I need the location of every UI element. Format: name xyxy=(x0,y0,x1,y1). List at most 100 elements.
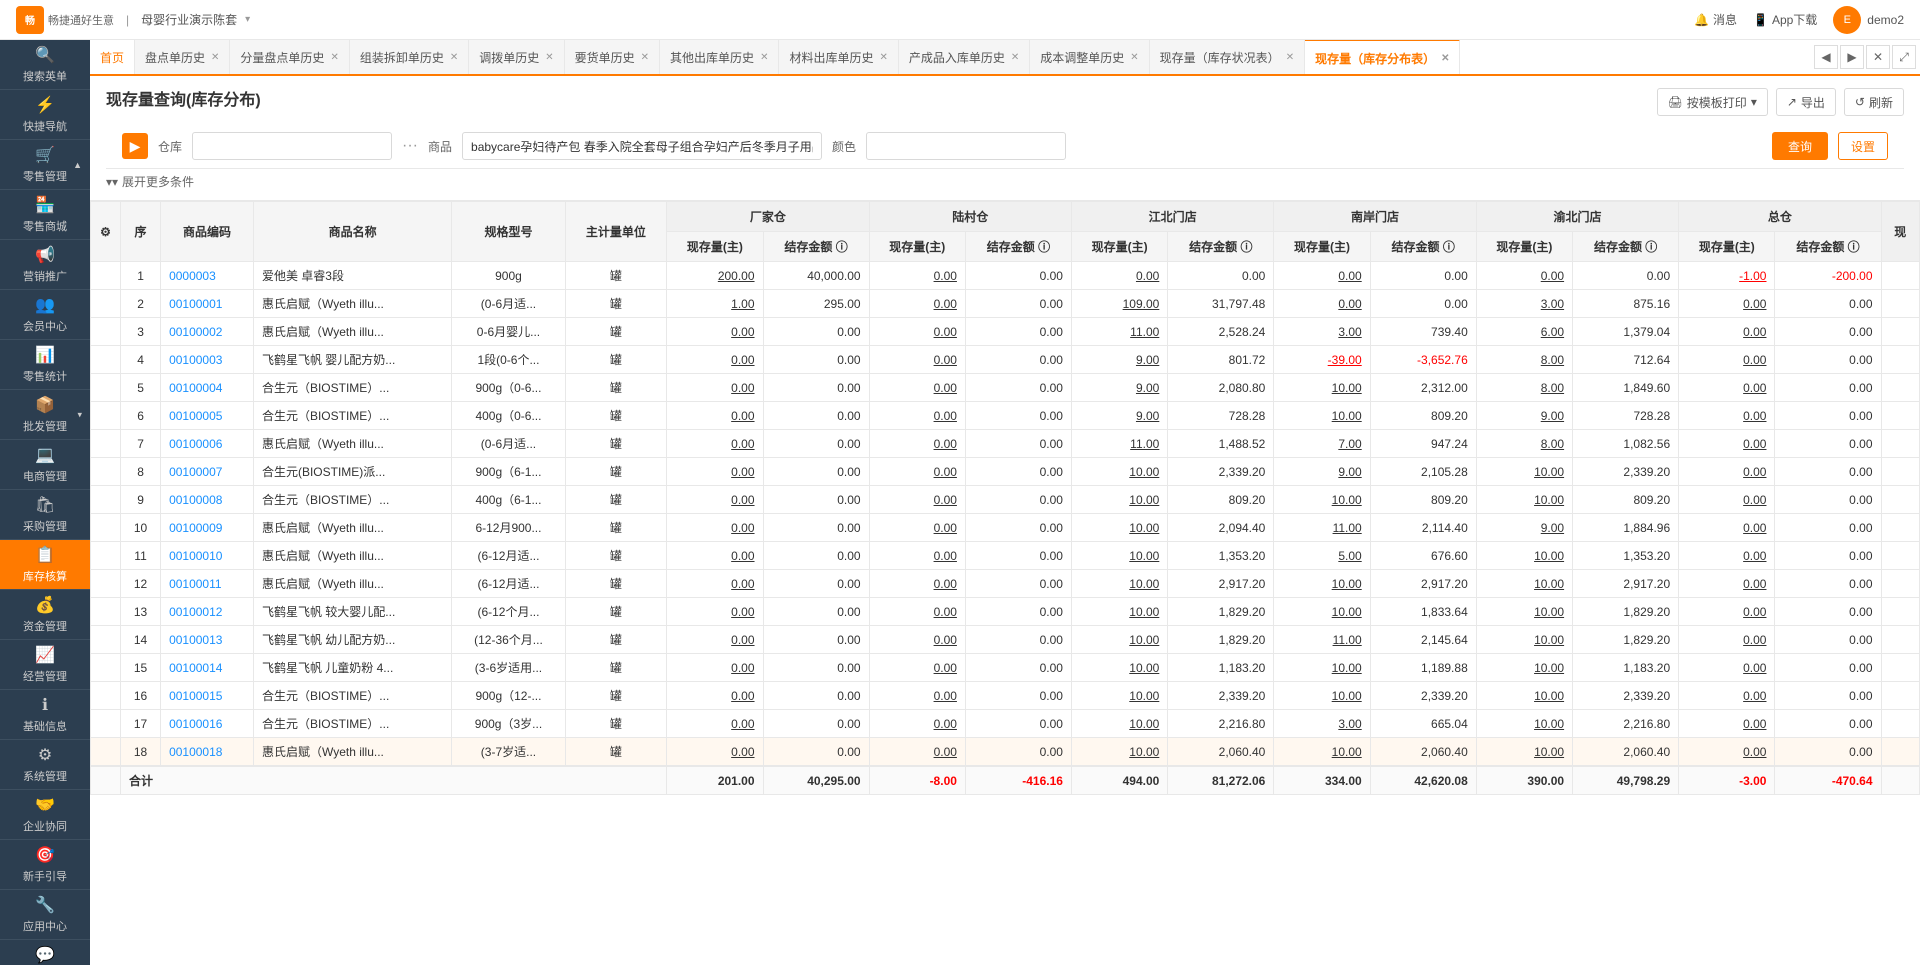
sidebar-item-retail-stats[interactable]: 📊 零售统计 xyxy=(0,340,90,390)
row-w1-qty[interactable]: 1.00 xyxy=(667,290,763,318)
sidebar-item-basics[interactable]: ℹ 基础信息 xyxy=(0,690,90,740)
col-settings[interactable]: ⚙ xyxy=(91,202,121,262)
row-wt-qty[interactable]: 0.00 xyxy=(1679,402,1775,430)
nav-tab-1[interactable]: 盘点单历史✕ xyxy=(135,40,230,75)
row-w1-qty[interactable]: 0.00 xyxy=(667,626,763,654)
row-code[interactable]: 00100012 xyxy=(161,598,254,626)
nav-expand-btn[interactable]: ⤢ xyxy=(1892,45,1916,69)
row-w2-qty[interactable]: 0.00 xyxy=(869,542,965,570)
nav-prev-btn[interactable]: ◀ xyxy=(1814,45,1838,69)
row-wt-qty[interactable]: 0.00 xyxy=(1679,738,1775,767)
close-icon[interactable]: ✕ xyxy=(450,52,458,63)
row-w4-qty[interactable]: 10.00 xyxy=(1274,682,1370,710)
row-w3-qty[interactable]: 0.00 xyxy=(1071,262,1167,290)
row-wt-qty[interactable]: 0.00 xyxy=(1679,458,1775,486)
row-w3-qty[interactable]: 9.00 xyxy=(1071,402,1167,430)
row-settings[interactable] xyxy=(91,738,121,767)
close-icon[interactable]: ✕ xyxy=(760,52,768,63)
nav-tab-7[interactable]: 材料出库单历史✕ xyxy=(779,40,898,75)
row-code[interactable]: 00100004 xyxy=(161,374,254,402)
messages-btn[interactable]: 🔔 消息 xyxy=(1694,11,1737,28)
user-area[interactable]: E demo2 xyxy=(1833,6,1904,34)
row-w3-qty[interactable]: 10.00 xyxy=(1071,514,1167,542)
row-w1-qty[interactable]: 0.00 xyxy=(667,374,763,402)
row-w2-qty[interactable]: 0.00 xyxy=(869,430,965,458)
row-w2-qty[interactable]: 0.00 xyxy=(869,290,965,318)
row-w5-qty[interactable]: 10.00 xyxy=(1476,654,1572,682)
close-icon[interactable]: ✕ xyxy=(211,52,219,63)
row-w5-qty[interactable]: 0.00 xyxy=(1476,262,1572,290)
warehouse-input[interactable] xyxy=(192,132,392,160)
row-w5-qty[interactable]: 8.00 xyxy=(1476,346,1572,374)
row-code[interactable]: 00100018 xyxy=(161,738,254,767)
row-w5-qty[interactable]: 3.00 xyxy=(1476,290,1572,318)
row-w2-qty[interactable]: 0.00 xyxy=(869,374,965,402)
sidebar-item-inventory[interactable]: 📋 库存核算 xyxy=(0,540,90,590)
row-wt-qty[interactable]: 0.00 xyxy=(1679,626,1775,654)
row-settings[interactable] xyxy=(91,514,121,542)
sidebar-item-purchase[interactable]: 🛍 采购管理 xyxy=(0,490,90,540)
row-w4-qty[interactable]: 10.00 xyxy=(1274,738,1370,767)
row-w1-qty[interactable]: 0.00 xyxy=(667,458,763,486)
row-wt-qty[interactable]: 0.00 xyxy=(1679,374,1775,402)
app-download-btn[interactable]: 📱 App下载 xyxy=(1753,11,1817,28)
row-w3-qty[interactable]: 10.00 xyxy=(1071,598,1167,626)
row-w3-qty[interactable]: 11.00 xyxy=(1071,318,1167,346)
sidebar-item-apps[interactable]: 🔧 应用中心 xyxy=(0,890,90,940)
close-icon[interactable]: ✕ xyxy=(641,52,649,63)
row-w2-qty[interactable]: 0.00 xyxy=(869,262,965,290)
row-wt-qty[interactable]: 0.00 xyxy=(1679,598,1775,626)
row-wt-qty[interactable]: 0.00 xyxy=(1679,318,1775,346)
row-wt-qty[interactable]: 0.00 xyxy=(1679,654,1775,682)
nav-tab-5[interactable]: 要货单历史✕ xyxy=(565,40,660,75)
row-code[interactable]: 00100014 xyxy=(161,654,254,682)
row-w3-qty[interactable]: 109.00 xyxy=(1071,290,1167,318)
row-w4-qty[interactable]: 11.00 xyxy=(1274,514,1370,542)
row-w1-qty[interactable]: 0.00 xyxy=(667,542,763,570)
sidebar-item-wholesale[interactable]: 📦 批发管理 ▾ xyxy=(0,390,90,440)
nav-tab-3[interactable]: 组装拆卸单历史✕ xyxy=(350,40,469,75)
row-w4-qty[interactable]: 3.00 xyxy=(1274,710,1370,738)
row-code[interactable]: 00100001 xyxy=(161,290,254,318)
row-w2-qty[interactable]: 0.00 xyxy=(869,626,965,654)
close-icon[interactable]: ✕ xyxy=(1130,52,1138,63)
row-code[interactable]: 00100008 xyxy=(161,486,254,514)
row-wt-qty[interactable]: 0.00 xyxy=(1679,290,1775,318)
row-w3-qty[interactable]: 10.00 xyxy=(1071,626,1167,654)
row-w3-qty[interactable]: 10.00 xyxy=(1071,570,1167,598)
row-w3-qty[interactable]: 10.00 xyxy=(1071,542,1167,570)
color-input[interactable] xyxy=(866,132,1066,160)
row-w5-qty[interactable]: 10.00 xyxy=(1476,570,1572,598)
row-w4-qty[interactable]: 10.00 xyxy=(1274,654,1370,682)
row-w3-qty[interactable]: 10.00 xyxy=(1071,486,1167,514)
filter-expand-btn[interactable]: ▶ xyxy=(122,133,148,159)
row-code[interactable]: 00100016 xyxy=(161,710,254,738)
refresh-btn[interactable]: ↺ 刷新 xyxy=(1844,88,1904,116)
row-w5-qty[interactable]: 9.00 xyxy=(1476,514,1572,542)
row-w2-qty[interactable]: 0.00 xyxy=(869,570,965,598)
row-wt-qty[interactable]: 0.00 xyxy=(1679,710,1775,738)
warehouse-dots[interactable]: ··· xyxy=(402,137,418,155)
row-w3-qty[interactable]: 9.00 xyxy=(1071,374,1167,402)
row-w2-qty[interactable]: 0.00 xyxy=(869,710,965,738)
sidebar-item-guide[interactable]: 🎯 新手引导 xyxy=(0,840,90,890)
row-w4-qty[interactable]: 3.00 xyxy=(1274,318,1370,346)
close-icon[interactable]: ✕ xyxy=(879,52,887,63)
sidebar-item-shop[interactable]: 🏪 零售商城 xyxy=(0,190,90,240)
row-w1-qty[interactable]: 0.00 xyxy=(667,570,763,598)
sidebar-item-nav[interactable]: ⚡ 快捷导航 xyxy=(0,90,90,140)
dropdown-chevron-icon[interactable]: ▾ xyxy=(245,14,250,25)
row-w2-qty[interactable]: 0.00 xyxy=(869,738,965,767)
row-code[interactable]: 00100003 xyxy=(161,346,254,374)
row-w4-qty[interactable]: 10.00 xyxy=(1274,374,1370,402)
close-icon[interactable]: ✕ xyxy=(330,52,338,63)
row-w5-qty[interactable]: 9.00 xyxy=(1476,402,1572,430)
row-settings[interactable] xyxy=(91,346,121,374)
row-w3-qty[interactable]: 10.00 xyxy=(1071,710,1167,738)
row-w1-qty[interactable]: 200.00 xyxy=(667,262,763,290)
row-settings[interactable] xyxy=(91,682,121,710)
row-w1-qty[interactable]: 0.00 xyxy=(667,654,763,682)
row-w4-qty[interactable]: 10.00 xyxy=(1274,402,1370,430)
row-code[interactable]: 00100015 xyxy=(161,682,254,710)
row-code[interactable]: 00100007 xyxy=(161,458,254,486)
